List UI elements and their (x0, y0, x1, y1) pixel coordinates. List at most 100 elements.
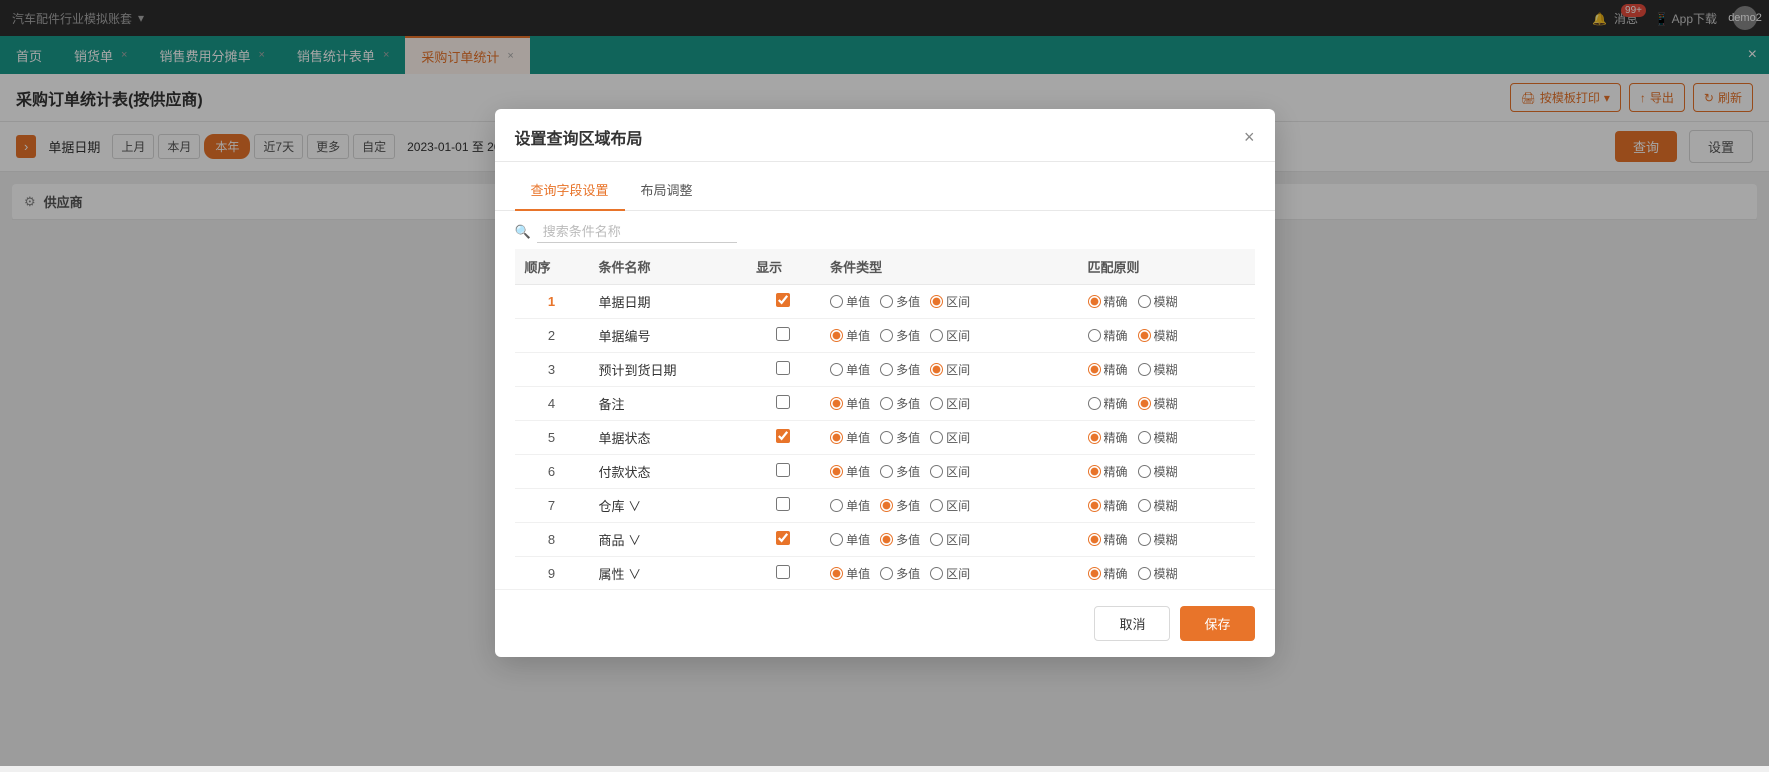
match-radio[interactable] (1088, 499, 1101, 512)
type-radio[interactable] (830, 567, 843, 580)
row-display-checkbox[interactable] (776, 565, 790, 579)
type-radio[interactable] (880, 363, 893, 376)
type-radio-item[interactable]: 单值 (830, 531, 870, 548)
type-radio[interactable] (930, 295, 943, 308)
type-radio[interactable] (930, 329, 943, 342)
type-radio[interactable] (930, 465, 943, 478)
type-radio-item[interactable]: 区间 (930, 395, 970, 412)
condition-search-input[interactable] (537, 221, 737, 243)
type-radio-item[interactable]: 多值 (880, 531, 920, 548)
match-radio-item[interactable]: 模糊 (1138, 327, 1178, 344)
type-radio-item[interactable]: 多值 (880, 395, 920, 412)
type-radio-item[interactable]: 区间 (930, 463, 970, 480)
type-radio[interactable] (880, 431, 893, 444)
match-radio-item[interactable]: 精确 (1088, 531, 1128, 548)
row-display-checkbox[interactable] (776, 395, 790, 409)
match-radio-item[interactable]: 精确 (1088, 565, 1128, 582)
type-radio[interactable] (830, 431, 843, 444)
type-radio-item[interactable]: 区间 (930, 361, 970, 378)
type-radio[interactable] (830, 465, 843, 478)
row-display-checkbox[interactable] (776, 497, 790, 511)
type-radio[interactable] (830, 533, 843, 546)
match-radio[interactable] (1138, 533, 1151, 546)
row-display-checkbox[interactable] (776, 531, 790, 545)
type-radio[interactable] (830, 329, 843, 342)
match-radio-item[interactable]: 精确 (1088, 463, 1128, 480)
type-radio[interactable] (830, 363, 843, 376)
type-radio[interactable] (830, 295, 843, 308)
row-display-checkbox[interactable] (776, 293, 790, 307)
type-radio-item[interactable]: 单值 (830, 565, 870, 582)
type-radio-item[interactable]: 单值 (830, 361, 870, 378)
type-radio-item[interactable]: 单值 (830, 395, 870, 412)
type-radio-item[interactable]: 区间 (930, 327, 970, 344)
match-radio-item[interactable]: 模糊 (1138, 293, 1178, 310)
match-radio-item[interactable]: 模糊 (1138, 361, 1178, 378)
row-display-checkbox[interactable] (776, 429, 790, 443)
save-btn[interactable]: 保存 (1180, 606, 1254, 641)
match-radio[interactable] (1138, 397, 1151, 410)
type-radio[interactable] (930, 397, 943, 410)
row-display-checkbox[interactable] (776, 361, 790, 375)
type-radio[interactable] (930, 567, 943, 580)
match-radio-item[interactable]: 精确 (1088, 395, 1128, 412)
type-radio[interactable] (930, 499, 943, 512)
type-radio[interactable] (930, 431, 943, 444)
match-radio[interactable] (1138, 465, 1151, 478)
match-radio-item[interactable]: 精确 (1088, 429, 1128, 446)
row-display-checkbox[interactable] (776, 463, 790, 477)
match-radio-item[interactable]: 模糊 (1138, 395, 1178, 412)
row-display-checkbox[interactable] (776, 327, 790, 341)
type-radio-item[interactable]: 区间 (930, 429, 970, 446)
type-radio[interactable] (880, 499, 893, 512)
type-radio[interactable] (930, 363, 943, 376)
match-radio[interactable] (1088, 533, 1101, 546)
match-radio-item[interactable]: 模糊 (1138, 497, 1178, 514)
type-radio-item[interactable]: 单值 (830, 497, 870, 514)
match-radio[interactable] (1088, 363, 1101, 376)
match-radio[interactable] (1138, 567, 1151, 580)
type-radio-item[interactable]: 单值 (830, 327, 870, 344)
match-radio-item[interactable]: 精确 (1088, 327, 1128, 344)
type-radio-item[interactable]: 区间 (930, 293, 970, 310)
type-radio-item[interactable]: 多值 (880, 361, 920, 378)
type-radio-item[interactable]: 多值 (880, 429, 920, 446)
match-radio-item[interactable]: 精确 (1088, 497, 1128, 514)
type-radio[interactable] (880, 329, 893, 342)
match-radio[interactable] (1088, 397, 1101, 410)
match-radio-item[interactable]: 精确 (1088, 293, 1128, 310)
type-radio-item[interactable]: 多值 (880, 293, 920, 310)
tab-query-fields[interactable]: 查询字段设置 (515, 174, 625, 211)
match-radio[interactable] (1138, 329, 1151, 342)
type-radio-item[interactable]: 多值 (880, 497, 920, 514)
cancel-btn[interactable]: 取消 (1094, 606, 1170, 641)
type-radio[interactable] (830, 499, 843, 512)
type-radio[interactable] (880, 465, 893, 478)
type-radio[interactable] (830, 397, 843, 410)
match-radio-item[interactable]: 模糊 (1138, 531, 1178, 548)
match-radio[interactable] (1138, 363, 1151, 376)
type-radio-item[interactable]: 单值 (830, 463, 870, 480)
type-radio-item[interactable]: 多值 (880, 463, 920, 480)
tab-layout-adjust[interactable]: 布局调整 (625, 174, 709, 211)
match-radio[interactable] (1088, 431, 1101, 444)
modal-close-btn[interactable]: × (1244, 128, 1255, 146)
match-radio[interactable] (1088, 295, 1101, 308)
match-radio[interactable] (1088, 465, 1101, 478)
match-radio[interactable] (1138, 431, 1151, 444)
match-radio-item[interactable]: 模糊 (1138, 463, 1178, 480)
type-radio-item[interactable]: 区间 (930, 531, 970, 548)
match-radio[interactable] (1138, 295, 1151, 308)
type-radio[interactable] (880, 567, 893, 580)
type-radio[interactable] (880, 397, 893, 410)
type-radio-item[interactable]: 单值 (830, 293, 870, 310)
type-radio-item[interactable]: 多值 (880, 565, 920, 582)
type-radio[interactable] (880, 533, 893, 546)
type-radio-item[interactable]: 多值 (880, 327, 920, 344)
type-radio[interactable] (930, 533, 943, 546)
type-radio[interactable] (880, 295, 893, 308)
match-radio-item[interactable]: 模糊 (1138, 429, 1178, 446)
match-radio[interactable] (1088, 567, 1101, 580)
type-radio-item[interactable]: 区间 (930, 565, 970, 582)
match-radio-item[interactable]: 精确 (1088, 361, 1128, 378)
